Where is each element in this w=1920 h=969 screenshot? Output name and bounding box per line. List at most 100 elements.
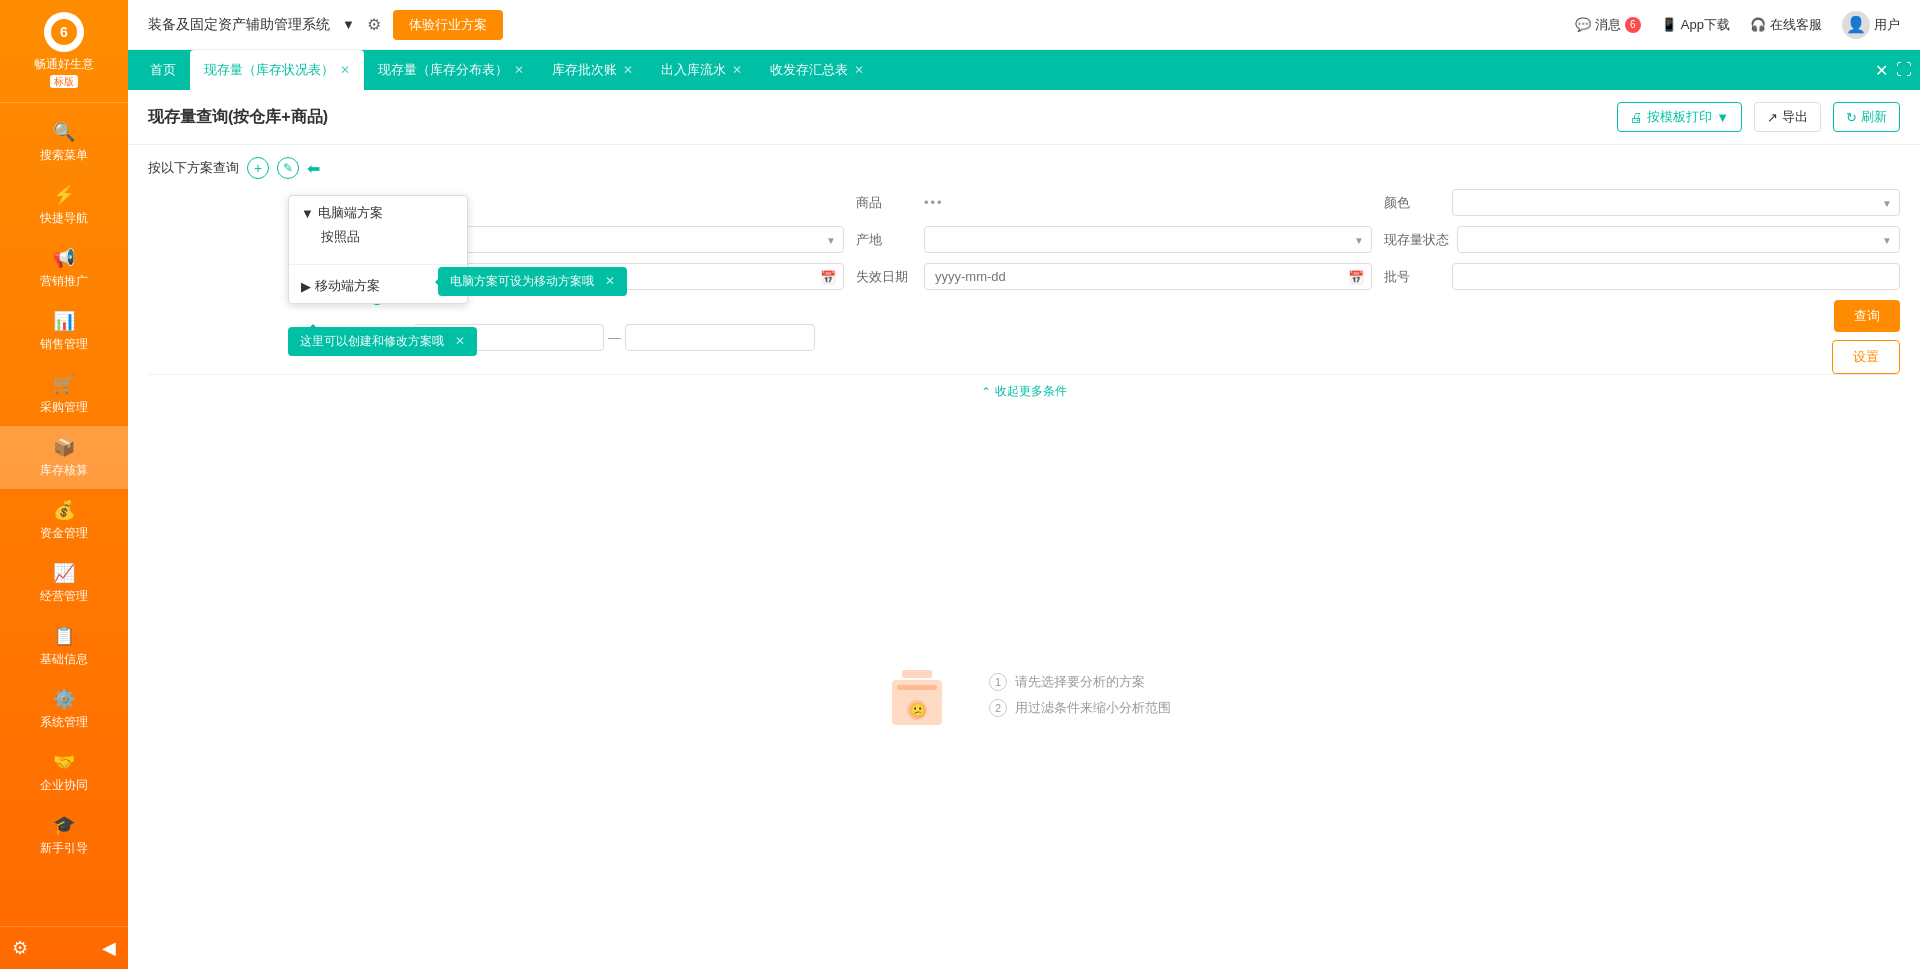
sidebar-item-sales[interactable]: 📊 销售管理 (0, 300, 128, 363)
collapse-conditions-button[interactable]: ⌃ 收起更多条件 (148, 374, 1900, 408)
sidebar: 6 畅通好生意 标版 🔍 搜索菜单 ⚡ 快捷导航 📢 营销推广 📊 销售管理 🛒… (0, 0, 128, 969)
online-support-action[interactable]: 🎧 在线客服 (1750, 16, 1822, 34)
basic-info-icon: 📋 (53, 625, 75, 647)
export-button[interactable]: ↗ 导出 (1754, 102, 1821, 132)
tooltip1-close-icon[interactable]: ✕ (605, 274, 615, 288)
sidebar-item-label: 销售管理 (40, 336, 88, 353)
guide-icon: 🎓 (53, 814, 75, 836)
inventory-icon: 📦 (53, 436, 75, 458)
message-icon: 💬 (1575, 17, 1591, 32)
search-button[interactable]: 查询 (1834, 300, 1900, 332)
filter-item-color: 颜色 (1384, 189, 1900, 216)
message-badge: 6 (1625, 17, 1641, 33)
settings-icon[interactable]: ⚙ (367, 15, 381, 34)
message-action[interactable]: 💬 消息 6 (1575, 16, 1641, 34)
system-dropdown[interactable]: ▼ (342, 17, 355, 32)
sidebar-item-guide[interactable]: 🎓 新手引导 (0, 804, 128, 867)
filter-scheme-row: 按以下方案查询 + ✎ ⬅ (148, 157, 1900, 179)
finance-icon: 💰 (53, 499, 75, 521)
app-download-action[interactable]: 📱 App下载 (1661, 16, 1730, 34)
tab-summary[interactable]: 收发存汇总表 ✕ (756, 50, 878, 90)
edit-scheme-button[interactable]: ✎ (277, 157, 299, 179)
filter-row-1: ••• 商品 ••• 颜色 (328, 189, 1900, 216)
settings-gear-icon[interactable]: ⚙ (12, 937, 28, 959)
refresh-button[interactable]: ↻ 刷新 (1833, 102, 1900, 132)
page-actions: 🖨 按模板打印 ▼ ↗ 导出 ↻ 刷新 (1617, 102, 1900, 132)
sidebar-item-label: 库存核算 (40, 462, 88, 479)
setup-button[interactable]: 设置 (1832, 340, 1900, 374)
sidebar-item-finance[interactable]: 💰 资金管理 (0, 489, 128, 552)
goods-label: 商品 (856, 194, 916, 212)
cooperation-icon: 🤝 (53, 751, 75, 773)
sidebar-item-label: 营销推广 (40, 273, 88, 290)
trial-button[interactable]: 体验行业方案 (393, 10, 503, 40)
tab-stock-dist[interactable]: 现存量（库存分布表） ✕ (364, 50, 538, 90)
print-button[interactable]: 🖨 按模板打印 ▼ (1617, 102, 1742, 132)
goods-more-dots[interactable]: ••• (924, 195, 944, 210)
filter-item-batch: 批号 (1384, 263, 1900, 290)
stock-max-input[interactable] (625, 324, 815, 351)
sidebar-item-system[interactable]: ⚙️ 系统管理 (0, 678, 128, 741)
chevron-right-icon: ▶ (301, 279, 311, 294)
sidebar-item-label: 经营管理 (40, 588, 88, 605)
svg-rect-6 (902, 670, 932, 678)
tab-stock-status[interactable]: 现存量（库存状况表） ✕ (190, 50, 364, 90)
sidebar-item-operations[interactable]: 📈 经营管理 (0, 552, 128, 615)
filter-section: 按以下方案查询 + ✎ ⬅ ▼ 电脑端方案 按照品 (128, 145, 1920, 420)
user-action[interactable]: 👤 用户 (1842, 11, 1900, 39)
empty-step-2: 2 用过滤条件来缩小分析范围 (989, 699, 1171, 717)
sidebar-item-label: 快捷导航 (40, 210, 88, 227)
headset-icon: 🎧 (1750, 17, 1766, 32)
calendar-icon-2[interactable]: 📅 (1348, 269, 1364, 284)
sidebar-item-search[interactable]: 🔍 搜索菜单 (0, 111, 128, 174)
sidebar-item-marketing[interactable]: 📢 营销推广 (0, 237, 128, 300)
system-title: 装备及固定资产辅助管理系统 (148, 16, 330, 34)
sidebar-item-basic-info[interactable]: 📋 基础信息 (0, 615, 128, 678)
system-icon: ⚙️ (53, 688, 75, 710)
collapse-sidebar-icon[interactable]: ◀ (102, 937, 116, 959)
tooltip2-close-icon[interactable]: ✕ (455, 334, 465, 348)
page-title: 现存量查询(按仓库+商品) (148, 107, 328, 128)
color-label: 颜色 (1384, 194, 1444, 212)
color-select[interactable] (1452, 189, 1900, 216)
user-avatar: 👤 (1842, 11, 1870, 39)
tab-batch[interactable]: 库存批次账 ✕ (538, 50, 647, 90)
filter-row-2: 尺码 产地 现存量状态 (328, 226, 1900, 253)
logo-text: 畅通好生意 标版 (34, 56, 94, 90)
stock-status-label: 现存量状态 (1384, 231, 1449, 249)
sidebar-item-inventory[interactable]: 📦 库存核算 (0, 426, 128, 489)
stock-status-select[interactable] (1457, 226, 1900, 253)
chevron-down-icon: ▼ (301, 206, 314, 221)
scheme-desktop-item[interactable]: 按照品 (301, 222, 455, 252)
add-scheme-button[interactable]: + (247, 157, 269, 179)
tab-close-icon[interactable]: ✕ (854, 63, 864, 77)
exp-date-input[interactable] (924, 263, 1372, 290)
tab-home[interactable]: 首页 (136, 50, 190, 90)
tab-maximize-icon[interactable]: ⛶ (1896, 61, 1912, 79)
svg-text:😕: 😕 (909, 702, 927, 719)
tab-close-icon[interactable]: ✕ (514, 63, 524, 77)
filter-item-goods: 商品 ••• (856, 194, 1372, 212)
sidebar-item-cooperation[interactable]: 🤝 企业协同 (0, 741, 128, 804)
batch-label: 批号 (1384, 268, 1444, 286)
tab-close-icon[interactable]: ✕ (340, 63, 350, 77)
scheme-desktop-header[interactable]: ▼ 电脑端方案 (301, 204, 455, 222)
sidebar-item-label: 新手引导 (40, 840, 88, 857)
batch-input[interactable] (1452, 263, 1900, 290)
sidebar-item-quick-nav[interactable]: ⚡ 快捷导航 (0, 174, 128, 237)
filter-label: 按以下方案查询 (148, 159, 239, 177)
tab-close-all-icon[interactable]: ✕ (1875, 61, 1888, 80)
lightning-icon: ⚡ (53, 184, 75, 206)
tab-close-icon[interactable]: ✕ (623, 63, 633, 77)
tab-close-icon[interactable]: ✕ (732, 63, 742, 77)
dropdown-arrow-icon: ▼ (342, 17, 355, 32)
top-header-right: 💬 消息 6 📱 App下载 🎧 在线客服 👤 用户 (1575, 11, 1900, 39)
main-content: 装备及固定资产辅助管理系统 ▼ ⚙ 体验行业方案 💬 消息 6 📱 App下载 … (128, 0, 1920, 969)
calendar-icon[interactable]: 📅 (820, 269, 836, 284)
tab-flow[interactable]: 出入库流水 ✕ (647, 50, 756, 90)
svg-rect-3 (897, 685, 937, 690)
empty-illustration: 😕 (877, 655, 957, 735)
sidebar-item-purchase[interactable]: 🛒 采购管理 (0, 363, 128, 426)
sidebar-logo: 6 畅通好生意 标版 (0, 0, 128, 103)
origin-select[interactable] (924, 226, 1372, 253)
